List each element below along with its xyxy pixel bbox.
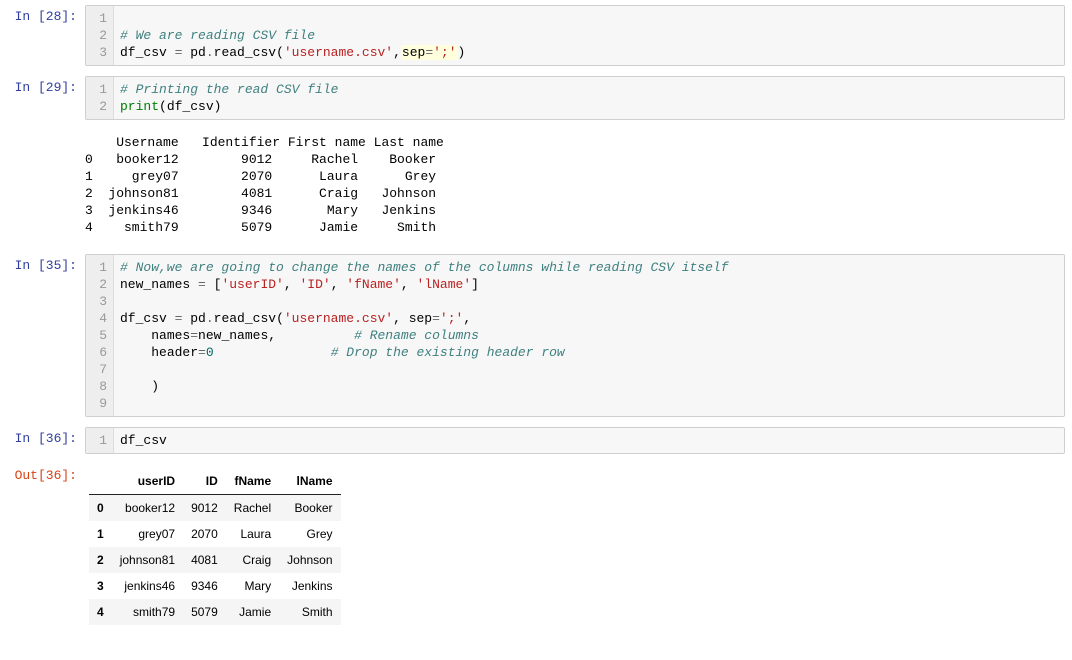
table-header-row: userID ID fName lName — [89, 468, 341, 495]
table-row: 1 grey07 2070 Laura Grey — [89, 521, 341, 547]
table-row: 4 smith79 5079 Jamie Smith — [89, 599, 341, 625]
code-input-28[interactable]: 1 2 3 # We are reading CSV file df_csv =… — [85, 5, 1065, 66]
code-body[interactable]: # Now,we are going to change the names o… — [114, 255, 1064, 416]
code-input-29[interactable]: 1 2 # Printing the read CSV file print(d… — [85, 76, 1065, 120]
cell-28: In [28]: 1 2 3 # We are reading CSV file… — [0, 0, 1072, 71]
cell-36-output: Out[36]: userID ID fName lName 0 booker1… — [0, 459, 1072, 630]
out-prompt-36: Out[36]: — [1, 464, 85, 625]
cell-36: In [36]: 1 df_csv — [0, 422, 1072, 459]
code-input-36[interactable]: 1 df_csv — [85, 427, 1065, 454]
code-input-35[interactable]: 1 2 3 4 5 6 7 8 9 # Now,we are going to … — [85, 254, 1065, 417]
cell-35: In [35]: 1 2 3 4 5 6 7 8 9 # Now,we are … — [0, 249, 1072, 422]
table-col-index — [89, 468, 112, 495]
table-col-userID: userID — [112, 468, 183, 495]
line-gutter: 1 — [86, 428, 114, 453]
stdout-output: Username Identifier First name Last name… — [85, 130, 1065, 244]
dataframe-table: userID ID fName lName 0 booker12 9012 Ra… — [89, 468, 341, 625]
code-body[interactable]: df_csv — [114, 428, 1064, 453]
in-prompt-36: In [36]: — [1, 427, 85, 454]
in-prompt-35: In [35]: — [1, 254, 85, 417]
in-prompt-28: In [28]: — [1, 5, 85, 66]
table-row: 2 johnson81 4081 Craig Johnson — [89, 547, 341, 573]
line-gutter: 1 2 — [86, 77, 114, 119]
table-row: 0 booker12 9012 Rachel Booker — [89, 495, 341, 522]
table-col-fName: fName — [226, 468, 279, 495]
cell-29-output: Username Identifier First name Last name… — [0, 125, 1072, 249]
code-body[interactable]: # We are reading CSV file df_csv = pd.re… — [114, 6, 1064, 65]
line-gutter: 1 2 3 4 5 6 7 8 9 — [86, 255, 114, 416]
code-body[interactable]: # Printing the read CSV file print(df_cs… — [114, 77, 1064, 119]
table-row: 3 jenkins46 9346 Mary Jenkins — [89, 573, 341, 599]
table-col-lName: lName — [279, 468, 340, 495]
line-gutter: 1 2 3 — [86, 6, 114, 65]
empty-prompt — [1, 130, 85, 244]
table-col-ID: ID — [183, 468, 226, 495]
in-prompt-29: In [29]: — [1, 76, 85, 120]
cell-29: In [29]: 1 2 # Printing the read CSV fil… — [0, 71, 1072, 125]
dataframe-output: userID ID fName lName 0 booker12 9012 Ra… — [85, 464, 341, 625]
